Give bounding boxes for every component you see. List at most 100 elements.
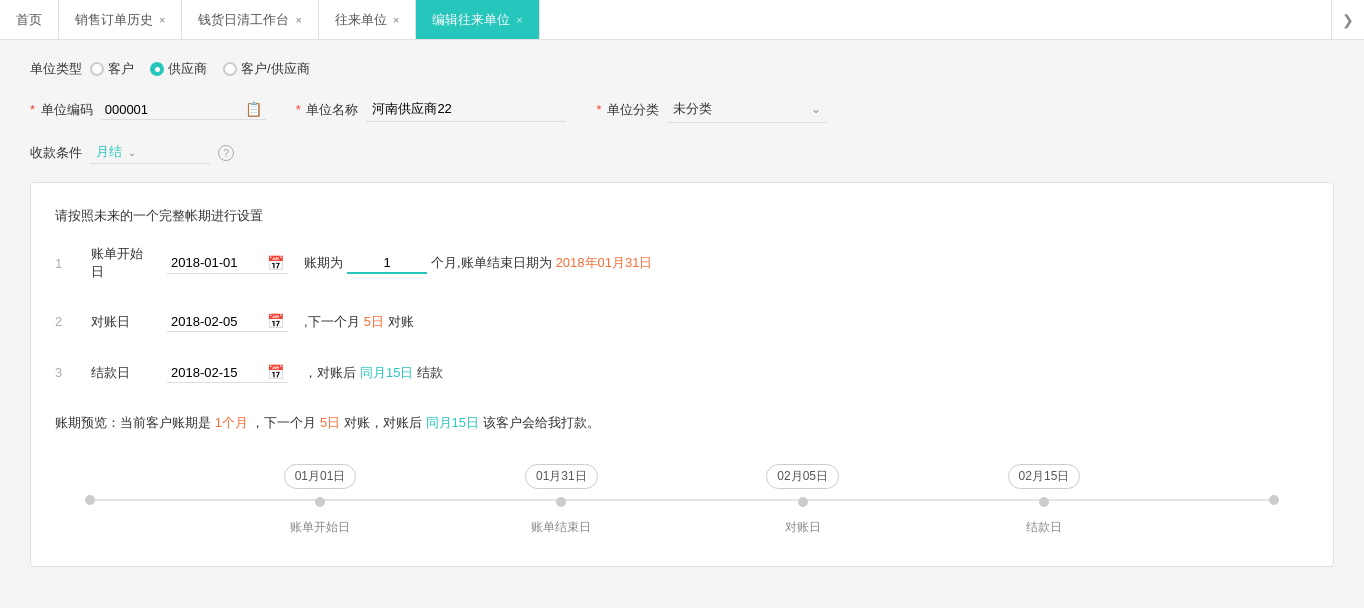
payment-calendar-icon[interactable]: 📅: [267, 364, 284, 380]
setting-row-2: 2 对账日 📅 ,下一个月 5日 对账: [55, 311, 1309, 332]
unit-category-label: * 单位分类: [596, 101, 659, 119]
preview-label: 账期预览：当前客户账期是: [55, 415, 211, 430]
unit-name-field: * 单位名称: [296, 98, 567, 122]
row-num-1: 1: [55, 256, 75, 271]
timeline-node-4: 02月15日 结款日: [1008, 464, 1081, 536]
row-2-suffix: ,下一个月 5日 对账: [304, 313, 414, 331]
preview-text: 账期预览：当前客户账期是 1个月 ，下一个月 5日 对账，对账后 同月15日 该…: [55, 413, 1309, 434]
row-label-3: 结款日: [91, 364, 151, 382]
radio-customer-label: 客户: [108, 60, 134, 78]
preview-part1: 1个月: [215, 415, 248, 430]
tab-cash-label: 钱货日清工作台: [198, 11, 289, 29]
period-input[interactable]: [347, 253, 427, 274]
row-1-suffix-post: 个月,账单结束日期为: [431, 254, 552, 272]
row-2-highlight: 5日: [364, 313, 384, 331]
timeline-node-2: 01月31日 账单结束日: [525, 464, 598, 536]
preview-part3: 同月15日: [426, 415, 479, 430]
timeline-start-dot: [85, 495, 95, 505]
unit-details-row: * 单位编码 📋 * 单位名称 * 单位分类 未分类: [30, 96, 1334, 123]
node-label-1: 账单开始日: [290, 519, 350, 536]
setting-row-1: 1 账单开始日 📅 账期为 个月,账单结束日期为 2018年01月31日: [55, 245, 1309, 281]
unit-type-label: 单位类型: [30, 60, 82, 78]
radio-supplier-circle: [150, 62, 164, 76]
card-instruction: 请按照未来的一个完整帐期进行设置: [55, 207, 1309, 225]
timeline-end-dot: [1269, 495, 1279, 505]
page-content: 单位类型 客户 供应商 客户/供应商 *: [0, 40, 1364, 608]
radio-both[interactable]: 客户/供应商: [223, 60, 310, 78]
row-1-highlight: 2018年01月31日: [556, 254, 653, 272]
tab-partner-close-icon[interactable]: ×: [393, 14, 399, 26]
node-label-3: 对账日: [785, 519, 821, 536]
unit-cat-required: *: [596, 102, 601, 117]
tab-cash-close-icon[interactable]: ×: [295, 14, 301, 26]
payment-terms-field: 收款条件 月结 ⌄ ?: [30, 141, 234, 164]
node-dot-2: [556, 497, 566, 507]
row-3-suffix-pre: ，对账后: [304, 364, 356, 382]
start-date-input[interactable]: [171, 255, 261, 270]
unit-code-input[interactable]: [105, 102, 245, 117]
unit-code-label: * 单位编码: [30, 101, 93, 119]
unit-code-required: *: [30, 102, 35, 117]
timeline-node-3: 02月05日 对账日: [766, 464, 839, 536]
timeline-node-1: 01月01日 账单开始日: [284, 464, 357, 536]
tab-overflow-arrow[interactable]: ❯: [1331, 0, 1364, 39]
preview-part2: 5日: [320, 415, 340, 430]
payment-date-input[interactable]: [171, 365, 261, 380]
row-num-2: 2: [55, 314, 75, 329]
payment-terms-select[interactable]: 月结 ⌄: [90, 141, 210, 164]
radio-both-circle: [223, 62, 237, 76]
payment-terms-label: 收款条件: [30, 144, 82, 162]
timeline-nodes: 01月01日 账单开始日 01月31日 账单结束日 02月05日 对账日 02月…: [95, 464, 1269, 536]
tab-edit-partner-unit[interactable]: 编辑往来单位 ×: [416, 0, 539, 39]
node-dot-4: [1039, 497, 1049, 507]
row-2-suffix-post: 对账: [388, 313, 414, 331]
row-3-suffix: ，对账后 同月15日 结款: [304, 364, 443, 382]
help-icon[interactable]: ?: [218, 145, 234, 161]
row-label-2: 对账日: [91, 313, 151, 331]
chevron-right-icon: ❯: [1342, 12, 1354, 28]
payment-terms-value: 月结: [96, 143, 122, 161]
tab-edit-partner-close-icon[interactable]: ×: [516, 14, 522, 26]
timeline-spacer-left: [95, 464, 115, 536]
tab-sales-label: 销售订单历史: [75, 11, 153, 29]
node-label-2: 账单结束日: [531, 519, 591, 536]
tab-sales-close-icon[interactable]: ×: [159, 14, 165, 26]
tab-cash-ledger[interactable]: 钱货日清工作台 ×: [182, 0, 318, 39]
payment-terms-row: 收款条件 月结 ⌄ ?: [30, 141, 1334, 164]
start-date-calendar-icon[interactable]: 📅: [267, 255, 284, 271]
copy-icon[interactable]: 📋: [245, 101, 262, 117]
reconcile-calendar-icon[interactable]: 📅: [267, 313, 284, 329]
node-label-4: 结款日: [1026, 519, 1062, 536]
unit-category-value: 未分类: [673, 100, 712, 118]
tab-sales-order-history[interactable]: 销售订单历史 ×: [59, 0, 182, 39]
radio-both-label: 客户/供应商: [241, 60, 310, 78]
reconcile-date-input[interactable]: [171, 314, 261, 329]
settings-card: 请按照未来的一个完整帐期进行设置 1 账单开始日 📅 账期为 个月,账单结束日期…: [30, 182, 1334, 567]
unit-type-row: 单位类型 客户 供应商 客户/供应商: [30, 60, 1334, 78]
unit-code-field: * 单位编码 📋: [30, 99, 266, 120]
preview-mid: 对账，对账后: [344, 415, 422, 430]
radio-supplier[interactable]: 供应商: [150, 60, 207, 78]
unit-code-input-wrap: 📋: [101, 99, 266, 120]
tab-home[interactable]: 首页: [0, 0, 59, 39]
radio-customer[interactable]: 客户: [90, 60, 134, 78]
unit-name-label: * 单位名称: [296, 101, 359, 119]
timeline-spacer-right: [1249, 464, 1269, 536]
tab-partner-unit[interactable]: 往来单位 ×: [319, 0, 416, 39]
node-dot-3: [798, 497, 808, 507]
tab-home-label: 首页: [16, 11, 42, 29]
timeline: 01月01日 账单开始日 01月31日 账单结束日 02月05日 对账日 02月…: [55, 464, 1309, 536]
row-label-1: 账单开始日: [91, 245, 151, 281]
unit-name-input[interactable]: [366, 98, 566, 122]
preview-end: 该客户会给我打款。: [483, 415, 600, 430]
reconcile-date-input-wrap: 📅: [167, 311, 288, 332]
unit-category-select[interactable]: 未分类 ⌄: [667, 96, 827, 123]
node-badge-4: 02月15日: [1008, 464, 1081, 489]
row-2-suffix-pre: ,下一个月: [304, 313, 360, 331]
radio-customer-circle: [90, 62, 104, 76]
unit-type-radio-group: 客户 供应商 客户/供应商: [90, 60, 310, 78]
radio-supplier-label: 供应商: [168, 60, 207, 78]
tab-edit-partner-label: 编辑往来单位: [432, 11, 510, 29]
node-dot-1: [315, 497, 325, 507]
tabs-bar: 首页 销售订单历史 × 钱货日清工作台 × 往来单位 × 编辑往来单位 × ❯: [0, 0, 1364, 40]
